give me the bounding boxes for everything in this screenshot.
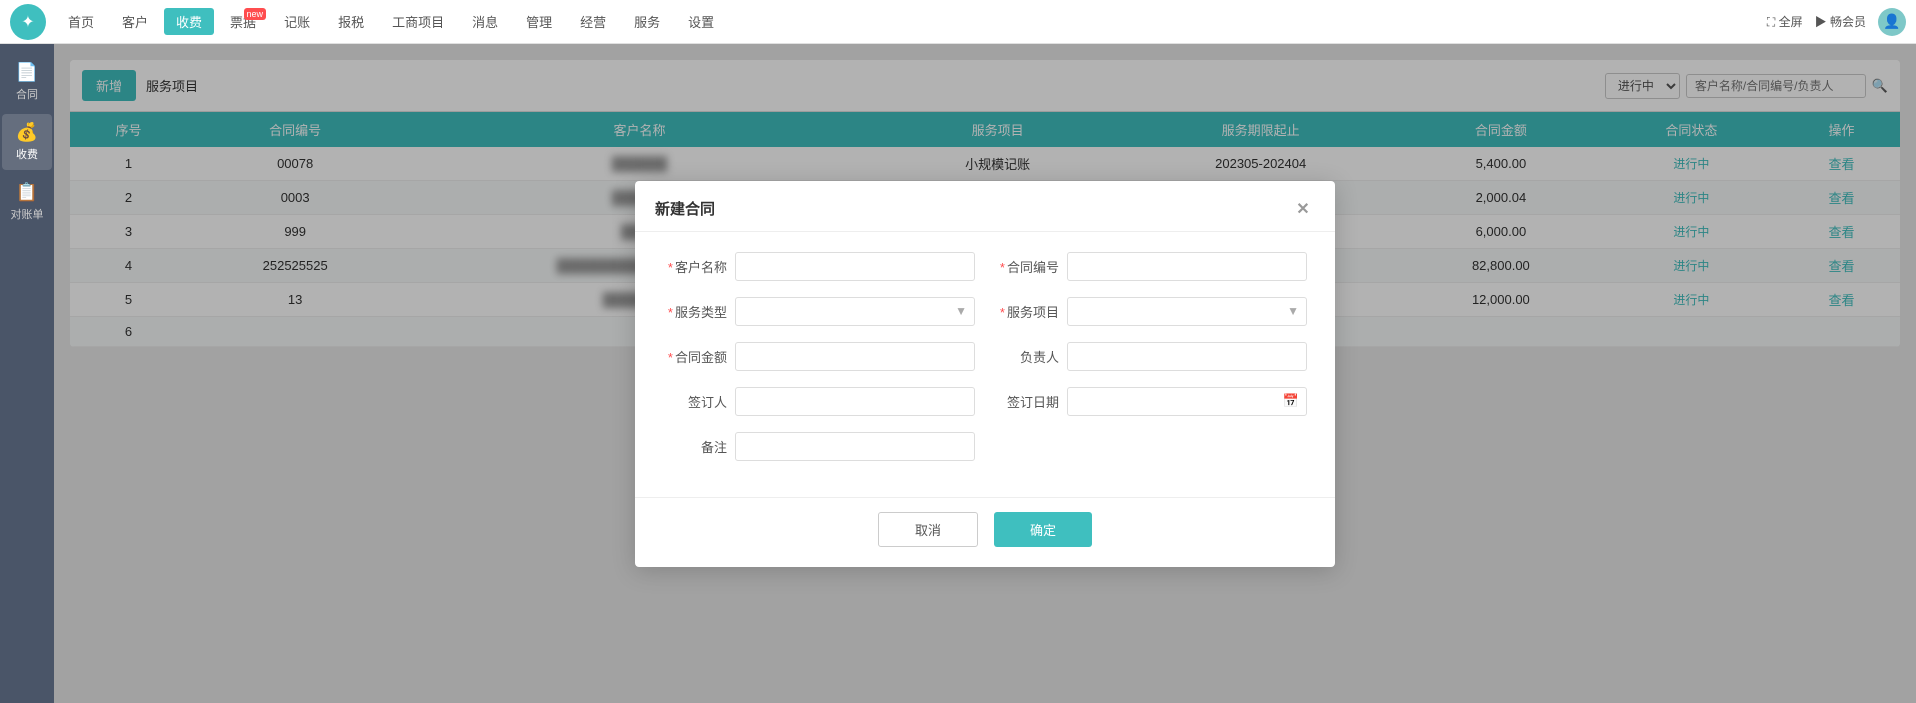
- fullscreen-btn[interactable]: ⛶ 全屏: [1767, 13, 1803, 30]
- modal-body: *客户名称 *合同编号: [635, 232, 1335, 497]
- modal-title: 新建合同: [655, 198, 715, 219]
- nav-manage[interactable]: 管理: [514, 8, 564, 35]
- calendar-icon[interactable]: 📅: [1283, 393, 1299, 409]
- logo[interactable]: ✦: [10, 4, 46, 40]
- nav-bookkeeping[interactable]: 记账: [272, 8, 322, 35]
- customer-name-group: *客户名称: [663, 252, 975, 281]
- signer-group: 签订人: [663, 387, 975, 416]
- cancel-button[interactable]: 取消: [878, 512, 978, 547]
- new-badge: new: [244, 8, 267, 20]
- customer-name-input[interactable]: [735, 252, 975, 281]
- form-row-4: 签订人 签订日期 2023-06-06 📅: [663, 387, 1307, 416]
- service-item-select[interactable]: [1067, 297, 1307, 326]
- service-type-group: *服务类型 ▼: [663, 297, 975, 326]
- close-icon[interactable]: ✕: [1291, 197, 1315, 221]
- contract-no-group: *合同编号: [995, 252, 1307, 281]
- note-input[interactable]: [735, 432, 975, 461]
- content-area: 新增 服务项目 进行中 已完成 已终止 🔍 序号 合同编: [54, 44, 1916, 703]
- modal-footer: 取消 确定: [635, 497, 1335, 567]
- nav-home[interactable]: 首页: [56, 8, 106, 35]
- nav-service[interactable]: 服务: [622, 8, 672, 35]
- sidebar-item-statement[interactable]: 📋 对账单: [2, 174, 52, 230]
- required-mark-2: *: [1000, 260, 1005, 275]
- sidebar-label-billing: 收费: [16, 146, 38, 162]
- service-item-group: *服务项目 ▼: [995, 297, 1307, 326]
- signer-label: 签订人: [663, 392, 727, 411]
- service-type-label: *服务类型: [663, 302, 727, 321]
- contract-no-input[interactable]: [1067, 252, 1307, 281]
- nav-operation[interactable]: 经营: [568, 8, 618, 35]
- nav-right: ⛶ 全屏 ▶ 畅会员 👤: [1767, 8, 1906, 36]
- sidebar-item-contract[interactable]: 📄 合同: [2, 54, 52, 110]
- responsible-label: 负责人: [995, 347, 1059, 366]
- date-input-wrap: 2023-06-06 📅: [1067, 387, 1307, 416]
- nav-settings[interactable]: 设置: [676, 8, 726, 35]
- nav-invoice[interactable]: 票据 new: [218, 8, 268, 35]
- sidebar: 📄 合同 💰 收费 📋 对账单: [0, 44, 54, 703]
- modal-header: 新建合同 ✕: [635, 181, 1335, 232]
- top-nav: ✦ 首页 客户 收费 票据 new 记账 报税 工商项目 消息 管理 经营 服务…: [0, 0, 1916, 44]
- nav-items: 首页 客户 收费 票据 new 记账 报税 工商项目 消息 管理 经营 服务 设…: [56, 8, 1767, 35]
- service-item-select-wrap: ▼: [1067, 297, 1307, 326]
- amount-input[interactable]: 0.00: [735, 342, 975, 371]
- service-type-select-wrap: ▼: [735, 297, 975, 326]
- signer-input[interactable]: [735, 387, 975, 416]
- billing-icon: 💰: [16, 122, 38, 143]
- required-mark-4: *: [1000, 305, 1005, 320]
- responsible-group: 负责人: [995, 342, 1307, 371]
- new-contract-modal: 新建合同 ✕ *客户名称 *合同编号: [635, 181, 1335, 567]
- sidebar-label-statement: 对账单: [11, 206, 44, 222]
- member-btn[interactable]: ▶ 畅会员: [1815, 13, 1866, 30]
- modal-overlay: 新建合同 ✕ *客户名称 *合同编号: [54, 44, 1916, 703]
- sign-date-group: 签订日期 2023-06-06 📅: [995, 387, 1307, 416]
- amount-label: *合同金额: [663, 347, 727, 366]
- sidebar-item-billing[interactable]: 💰 收费: [2, 114, 52, 170]
- logo-icon: ✦: [21, 12, 34, 32]
- sign-date-label: 签订日期: [995, 392, 1059, 411]
- service-type-select[interactable]: [735, 297, 975, 326]
- form-row-5: 备注: [663, 432, 1307, 461]
- avatar[interactable]: 👤: [1878, 8, 1906, 36]
- contract-icon: 📄: [16, 62, 38, 83]
- nav-tax[interactable]: 报税: [326, 8, 376, 35]
- sidebar-label-contract: 合同: [16, 86, 38, 102]
- responsible-input[interactable]: [1067, 342, 1307, 371]
- nav-billing[interactable]: 收费: [164, 8, 214, 35]
- required-mark-1: *: [668, 260, 673, 275]
- service-item-label: *服务项目: [995, 302, 1059, 321]
- note-label: 备注: [663, 437, 727, 456]
- form-row-3: *合同金额 0.00 负责人: [663, 342, 1307, 371]
- statement-icon: 📋: [16, 182, 38, 203]
- form-row-1: *客户名称 *合同编号: [663, 252, 1307, 281]
- main-layout: 📄 合同 💰 收费 📋 对账单 新增 服务项目 进行中 已完成 已终止: [0, 44, 1916, 703]
- form-row-2: *服务类型 ▼ *服务项目: [663, 297, 1307, 326]
- required-mark-5: *: [668, 350, 673, 365]
- note-group: 备注: [663, 432, 975, 461]
- nav-customer[interactable]: 客户: [110, 8, 160, 35]
- customer-name-label: *客户名称: [663, 257, 727, 276]
- confirm-button[interactable]: 确定: [994, 512, 1092, 547]
- nav-message[interactable]: 消息: [460, 8, 510, 35]
- amount-group: *合同金额 0.00: [663, 342, 975, 371]
- nav-business[interactable]: 工商项目: [380, 8, 456, 35]
- required-mark-3: *: [668, 305, 673, 320]
- contract-no-label: *合同编号: [995, 257, 1059, 276]
- sign-date-input[interactable]: 2023-06-06: [1067, 387, 1307, 416]
